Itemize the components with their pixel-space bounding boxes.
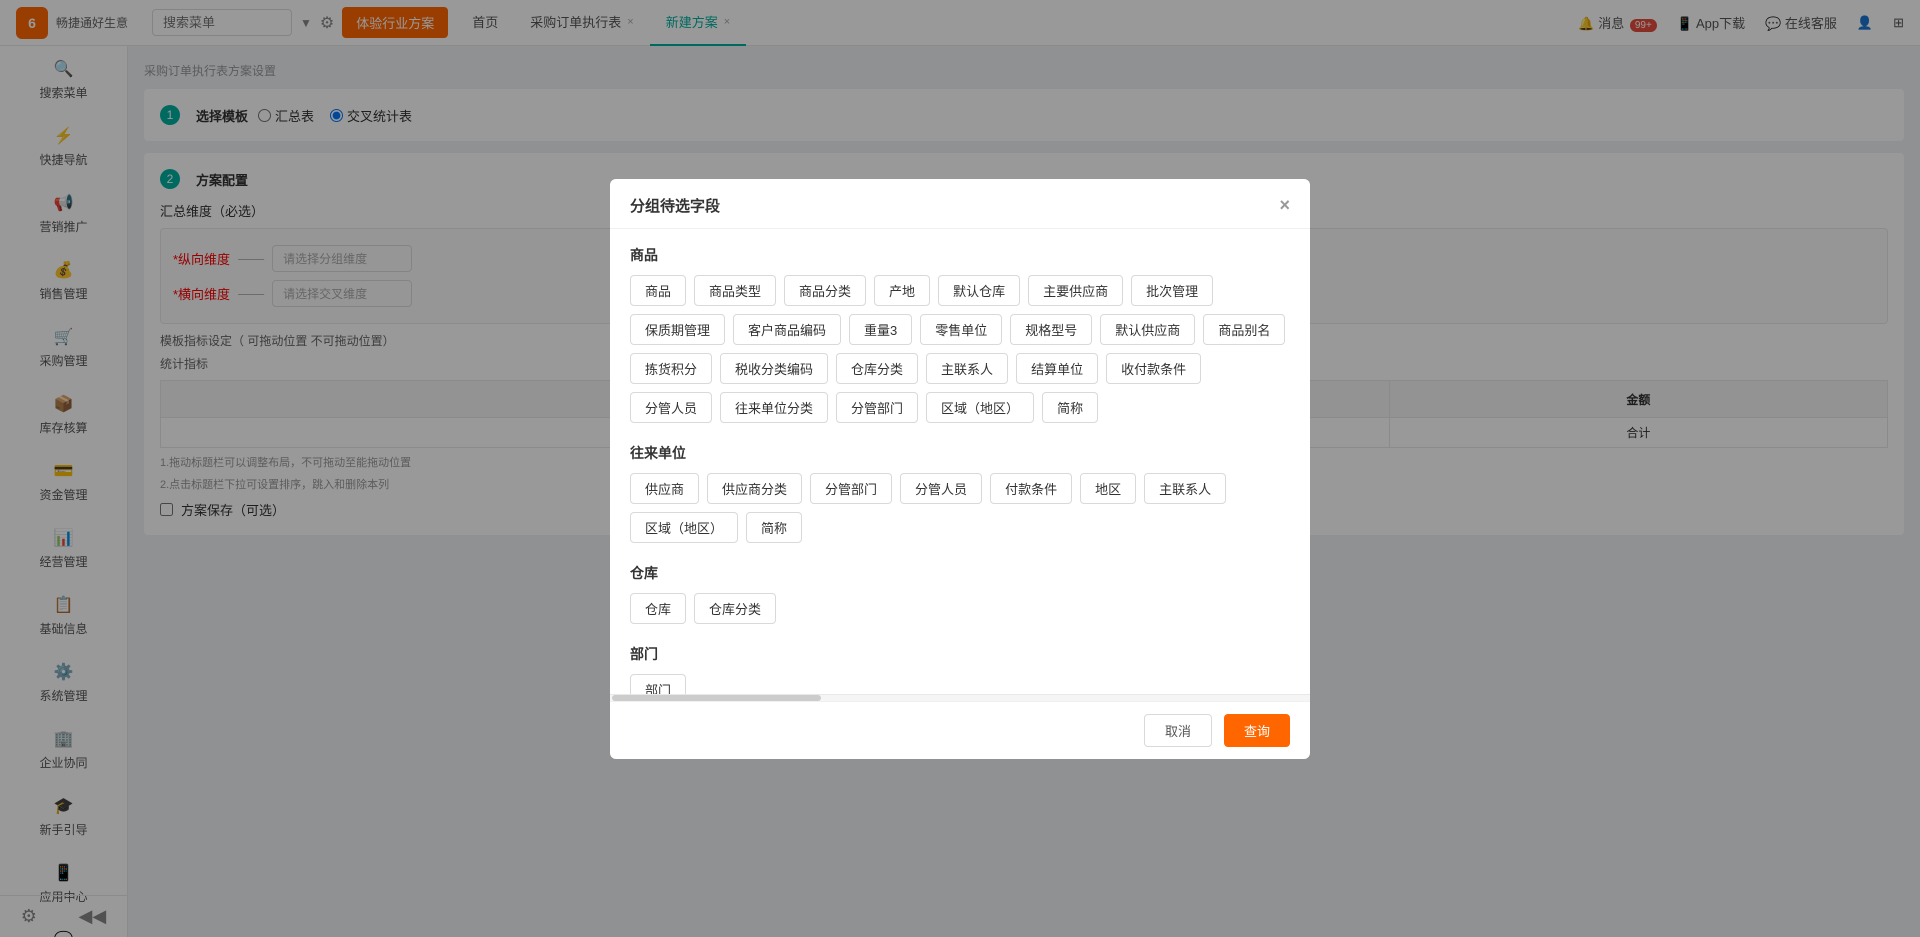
field-tag[interactable]: 结算单位 (1016, 353, 1098, 384)
field-tag[interactable]: 主联系人 (1144, 473, 1226, 504)
field-tag[interactable]: 默认供应商 (1100, 314, 1195, 345)
field-tag[interactable]: 商品类型 (694, 275, 776, 306)
field-tag[interactable]: 仓库 (630, 593, 686, 624)
modal-dialog: 分组待选字段 × 商品 商品 商品类型 商品分类 产地 默认仓库 主要供应商 批… (610, 179, 1310, 759)
field-tag[interactable]: 区域（地区） (926, 392, 1034, 423)
field-group-goods: 商品 商品 商品类型 商品分类 产地 默认仓库 主要供应商 批次管理 保质期管理… (630, 245, 1290, 423)
modal-confirm-button[interactable]: 查询 (1224, 714, 1290, 747)
field-tag[interactable]: 仓库分类 (694, 593, 776, 624)
field-tag[interactable]: 拣货积分 (630, 353, 712, 384)
field-tags-department: 部门 (630, 674, 1290, 694)
field-tags-warehouse: 仓库 仓库分类 (630, 593, 1290, 624)
field-tags-partner: 供应商 供应商分类 分管部门 分管人员 付款条件 地区 主联系人 区域（地区） … (630, 473, 1290, 543)
field-tag[interactable]: 保质期管理 (630, 314, 725, 345)
modal-footer: 取消 查询 (610, 701, 1310, 759)
field-tag[interactable]: 付款条件 (990, 473, 1072, 504)
group-title-partner: 往来单位 (630, 443, 1290, 463)
modal-overlay: 分组待选字段 × 商品 商品 商品类型 商品分类 产地 默认仓库 主要供应商 批… (0, 0, 1920, 937)
field-tag[interactable]: 简称 (1042, 392, 1098, 423)
field-tag[interactable]: 供应商 (630, 473, 699, 504)
field-tag[interactable]: 供应商分类 (707, 473, 802, 504)
field-group-warehouse: 仓库 仓库 仓库分类 (630, 563, 1290, 624)
field-tag[interactable]: 区域（地区） (630, 512, 738, 543)
modal-cancel-button[interactable]: 取消 (1144, 714, 1212, 747)
field-tag[interactable]: 零售单位 (920, 314, 1002, 345)
field-tag[interactable]: 商品分类 (784, 275, 866, 306)
group-title-goods: 商品 (630, 245, 1290, 265)
field-tag[interactable]: 重量3 (849, 314, 912, 345)
field-tag[interactable]: 批次管理 (1131, 275, 1213, 306)
modal-title: 分组待选字段 (630, 195, 720, 216)
field-tag[interactable]: 税收分类编码 (720, 353, 828, 384)
field-group-partner: 往来单位 供应商 供应商分类 分管部门 分管人员 付款条件 地区 主联系人 区域… (630, 443, 1290, 543)
group-title-department: 部门 (630, 644, 1290, 664)
field-tag[interactable]: 部门 (630, 674, 686, 694)
modal-header: 分组待选字段 × (610, 179, 1310, 229)
field-tag[interactable]: 往来单位分类 (720, 392, 828, 423)
group-title-warehouse: 仓库 (630, 563, 1290, 583)
field-tag[interactable]: 地区 (1080, 473, 1136, 504)
field-tag[interactable]: 仓库分类 (836, 353, 918, 384)
field-tag[interactable]: 分管部门 (810, 473, 892, 504)
field-tag[interactable]: 分管人员 (630, 392, 712, 423)
field-tag[interactable]: 收付款条件 (1106, 353, 1201, 384)
modal-close-button[interactable]: × (1279, 195, 1290, 216)
field-tag[interactable]: 商品别名 (1203, 314, 1285, 345)
field-tag[interactable]: 商品 (630, 275, 686, 306)
field-group-department: 部门 部门 (630, 644, 1290, 694)
field-tags-goods: 商品 商品类型 商品分类 产地 默认仓库 主要供应商 批次管理 保质期管理 客户… (630, 275, 1290, 423)
field-tag[interactable]: 默认仓库 (938, 275, 1020, 306)
field-tag[interactable]: 产地 (874, 275, 930, 306)
field-tag[interactable]: 规格型号 (1010, 314, 1092, 345)
field-tag[interactable]: 简称 (746, 512, 802, 543)
modal-body[interactable]: 商品 商品 商品类型 商品分类 产地 默认仓库 主要供应商 批次管理 保质期管理… (610, 229, 1310, 694)
field-tag[interactable]: 分管人员 (900, 473, 982, 504)
modal-horizontal-scrollbar[interactable] (610, 694, 1310, 701)
field-tag[interactable]: 分管部门 (836, 392, 918, 423)
field-tag[interactable]: 客户商品编码 (733, 314, 841, 345)
field-tag[interactable]: 主要供应商 (1028, 275, 1123, 306)
field-tag[interactable]: 主联系人 (926, 353, 1008, 384)
